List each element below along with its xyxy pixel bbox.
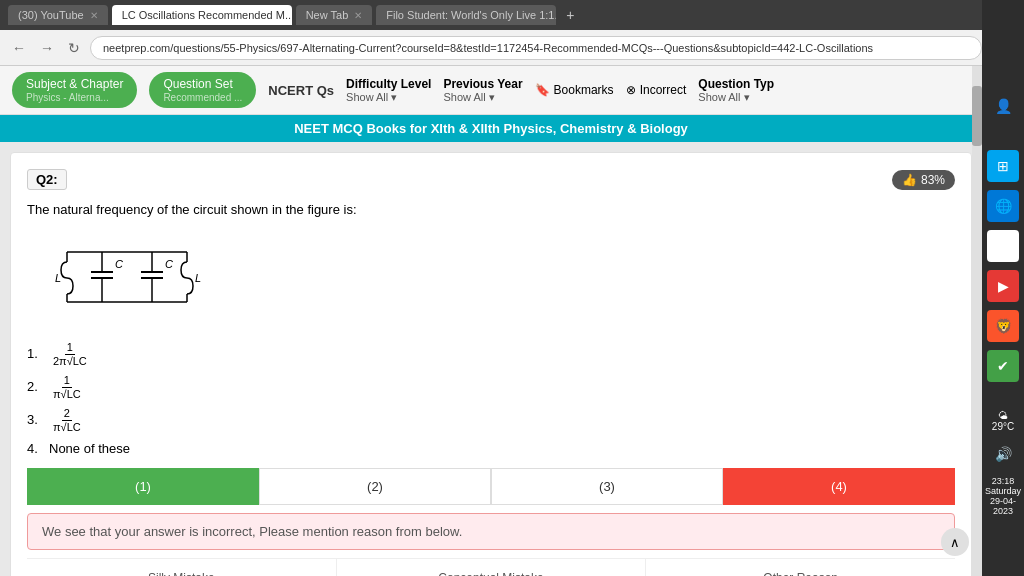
reason-row: Silly Mistake Conceptual Mistake Other R… <box>27 558 955 576</box>
question-set-pill[interactable]: Question Set Recommended ... <box>149 72 256 108</box>
reason-other[interactable]: Other Reason <box>646 559 955 576</box>
clock: 23:18 Saturday 29-04-2023 <box>982 476 1024 516</box>
banner: NEET MCQ Books for XIth & XIIth Physics,… <box>0 115 982 142</box>
question-number: Q2: <box>27 169 67 190</box>
scroll-up-button[interactable]: ∧ <box>941 528 969 556</box>
toolbar: Subject & Chapter Physics - Alterna... Q… <box>0 66 982 115</box>
reason-silly-mistake[interactable]: Silly Mistake <box>27 559 337 576</box>
right-sidebar: 👤 ⊞ 🌐 G ▶ 🦁 ✔ 🌤 29°C 🔊 23:18 Saturday 29… <box>982 0 1024 576</box>
options-list: 1. 1 2π√LC 2. 1 π√LC 3. <box>27 341 955 456</box>
new-tab-button[interactable]: + <box>560 5 580 25</box>
green-icon[interactable]: ✔ <box>987 350 1019 382</box>
option-4: 4. None of these <box>27 441 955 456</box>
refresh-button[interactable]: ↻ <box>64 38 84 58</box>
option-3: 3. 2 π√LC <box>27 407 955 434</box>
scrollbar[interactable] <box>972 66 982 576</box>
windows-icon[interactable]: ⊞ <box>987 150 1019 182</box>
circuit-diagram: L L C C <box>47 232 955 325</box>
sidebar-bottom: 🌤 29°C 🔊 23:18 Saturday 29-04-2023 <box>982 410 1024 516</box>
tab-youtube[interactable]: (30) YouTube ✕ <box>8 5 108 25</box>
forward-button[interactable]: → <box>36 38 58 58</box>
option-2: 2. 1 π√LC <box>27 374 955 401</box>
answer-button-1[interactable]: (1) <box>27 468 259 505</box>
answer-button-2[interactable]: (2) <box>259 468 491 505</box>
brave-icon[interactable]: 🦁 <box>987 310 1019 342</box>
question-type-item[interactable]: Question Typ Show All ▾ <box>698 77 774 104</box>
answer-button-4[interactable]: (4) <box>723 468 955 505</box>
svg-text:C: C <box>115 258 123 270</box>
address-bar: ← → ↻ neetprep.com/questions/55-Physics/… <box>0 30 1024 66</box>
tab-new-tab[interactable]: New Tab ✕ <box>296 5 373 25</box>
red-app-icon[interactable]: ▶ <box>987 270 1019 302</box>
weather-widget: 🌤 29°C <box>992 410 1014 432</box>
svg-text:C: C <box>165 258 173 270</box>
svg-text:L: L <box>195 272 201 284</box>
difficulty-item[interactable]: Difficulty Level Show All ▾ <box>346 77 431 104</box>
question-header: Q2: 👍 83% <box>27 169 955 190</box>
main-content: Subject & Chapter Physics - Alterna... Q… <box>0 66 982 576</box>
question-card: Q2: 👍 83% The natural frequency of the c… <box>10 152 972 576</box>
error-message: We see that your answer is incorrect, Pl… <box>27 513 955 550</box>
google-icon[interactable]: G <box>987 230 1019 262</box>
user-icon[interactable]: 👤 <box>987 90 1019 122</box>
svg-text:L: L <box>55 272 61 284</box>
tab-lc-oscillations[interactable]: LC Oscillations Recommended M... ✕ <box>112 5 292 25</box>
close-icon[interactable]: ✕ <box>354 10 362 21</box>
thumbs-up-icon: 👍 <box>902 173 917 187</box>
close-icon[interactable]: ✕ <box>90 10 98 21</box>
circuit-svg: L L C C <box>47 232 207 322</box>
prev-year-item[interactable]: Previous Year Show All ▾ <box>443 77 522 104</box>
answer-button-3[interactable]: (3) <box>491 468 723 505</box>
reason-conceptual-mistake[interactable]: Conceptual Mistake <box>337 559 647 576</box>
scrollbar-thumb[interactable] <box>972 86 982 146</box>
bookmarks-item[interactable]: 🔖 Bookmarks <box>535 83 614 97</box>
option-1: 1. 1 2π√LC <box>27 341 955 368</box>
bookmark-icon: 🔖 <box>535 83 550 97</box>
back-button[interactable]: ← <box>8 38 30 58</box>
accuracy-badge: 👍 83% <box>892 170 955 190</box>
url-bar[interactable]: neetprep.com/questions/55-Physics/697-Al… <box>90 36 982 60</box>
edge-icon[interactable]: 🌐 <box>987 190 1019 222</box>
ncert-qs-item[interactable]: NCERT Qs <box>268 83 334 98</box>
incorrect-item[interactable]: ⊗ Incorrect <box>626 83 687 97</box>
browser-chrome: (30) YouTube ✕ LC Oscillations Recommend… <box>0 0 1024 30</box>
question-text: The natural frequency of the circuit sho… <box>27 200 955 220</box>
answer-row: (1) (2) (3) (4) <box>27 468 955 505</box>
subject-chapter-pill[interactable]: Subject & Chapter Physics - Alterna... <box>12 72 137 108</box>
tab-filo[interactable]: Filo Student: World's Only Live 1:1... ✕ <box>376 5 556 25</box>
speaker-icon[interactable]: 🔊 <box>987 438 1019 470</box>
incorrect-icon: ⊗ <box>626 83 636 97</box>
